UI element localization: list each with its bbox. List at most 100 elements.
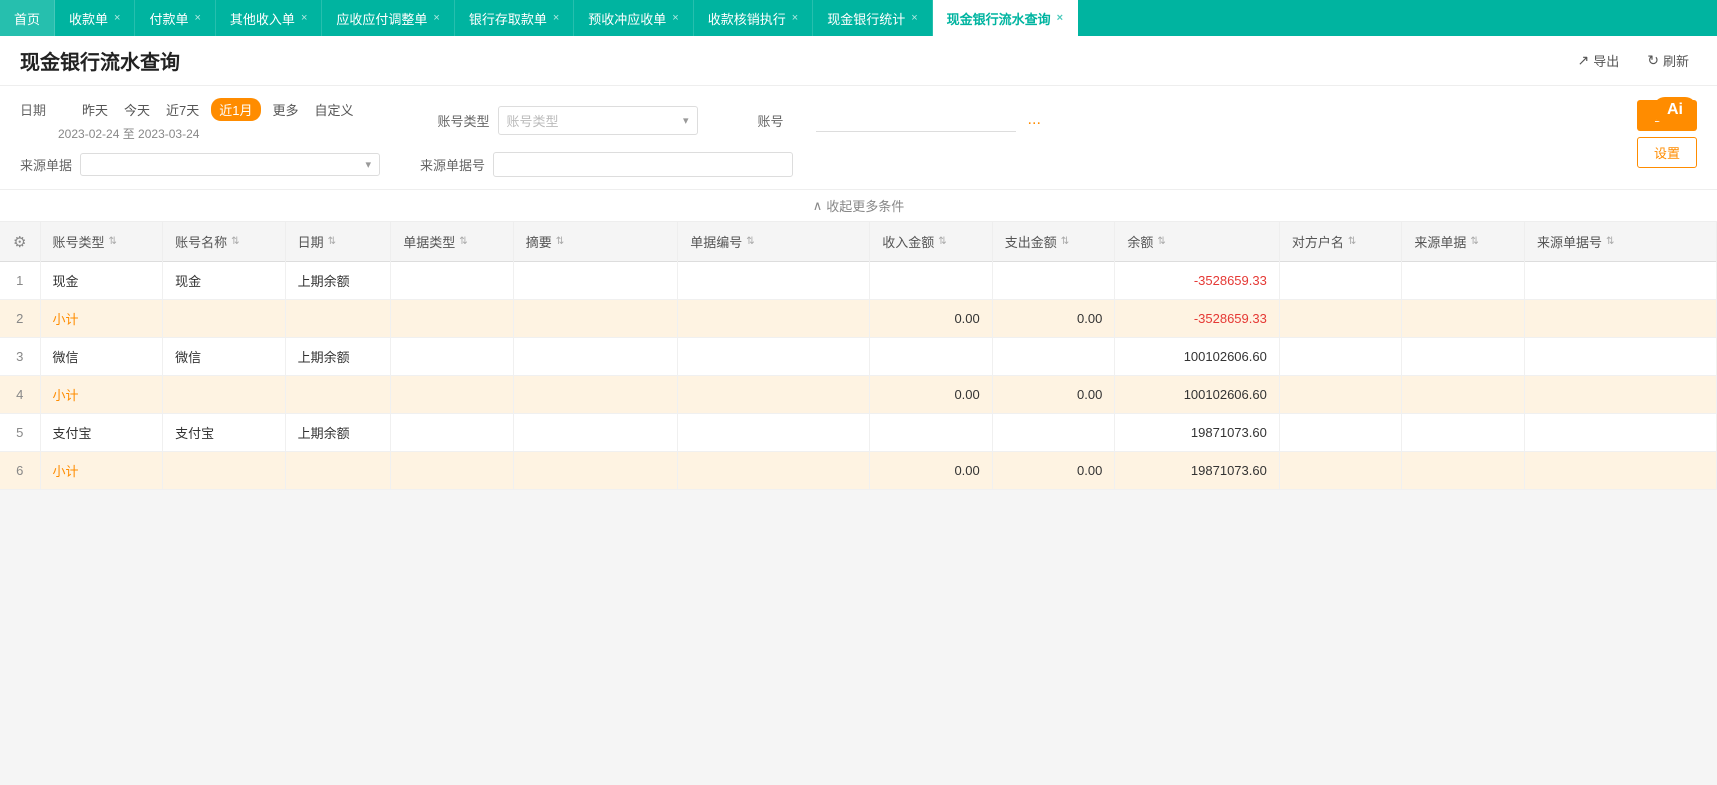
close-icon-cash-bank-flow[interactable]: × xyxy=(1057,12,1063,24)
table-row[interactable]: 2 小计 0.00 0.00 -3528659.33 xyxy=(0,300,1717,338)
nav-label-other-income: 其他收入单 xyxy=(230,9,295,28)
nav-label-payment: 付款单 xyxy=(149,9,188,28)
close-icon-receipt[interactable]: × xyxy=(114,12,120,24)
sort-icon-counterpart: ⇅ xyxy=(1348,237,1356,247)
sort-icon-account-type: ⇅ xyxy=(109,237,117,247)
table-row[interactable]: 6 小计 0.00 0.00 19871073.60 xyxy=(0,452,1717,490)
th-summary[interactable]: 摘要 ⇅ xyxy=(513,222,678,262)
cell-counterpart-5 xyxy=(1279,452,1402,490)
page-header: 现金银行流水查询 ↗ 导出 ↻ 刷新 xyxy=(0,36,1717,86)
sort-icon-source-doc: ⇅ xyxy=(1470,237,1478,247)
nav-label-cash-bank-flow: 现金银行流水查询 xyxy=(947,9,1051,28)
close-icon-bank-deposit[interactable]: × xyxy=(553,12,559,24)
table-row[interactable]: 5 支付宝 支付宝 上期余额 19871073.60 xyxy=(0,414,1717,452)
gear-icon[interactable]: ⚙ xyxy=(13,234,26,251)
cell-account-name-4: 支付宝 xyxy=(163,414,286,452)
date-shortcuts: 昨天 今天 近7天 近1月 更多 自定义 xyxy=(78,98,358,121)
cell-date-2: 上期余额 xyxy=(285,338,391,376)
sort-icon-summary: ⇅ xyxy=(556,237,564,247)
close-icon-other-income[interactable]: × xyxy=(301,12,307,24)
cell-summary-4 xyxy=(513,414,678,452)
th-date[interactable]: 日期 ⇅ xyxy=(285,222,391,262)
account-no-input[interactable] xyxy=(816,108,1016,132)
ai-badge[interactable]: Ai xyxy=(1653,97,1697,123)
th-expense[interactable]: 支出金额 ⇅ xyxy=(992,222,1115,262)
settings-button[interactable]: 设置 xyxy=(1637,137,1697,168)
cell-source-doc-4 xyxy=(1402,414,1525,452)
nav-item-ar-ap-adjust[interactable]: 应收应付调整单 × xyxy=(322,0,454,36)
close-icon-collection-exec[interactable]: × xyxy=(792,12,798,24)
export-button[interactable]: ↗ 导出 xyxy=(1570,47,1628,74)
collapse-more-conditions[interactable]: ∧ 收起更多条件 xyxy=(0,190,1717,222)
cell-doc-no-1 xyxy=(678,300,870,338)
table-row[interactable]: 3 微信 微信 上期余额 100102606.60 xyxy=(0,338,1717,376)
nav-label-receipt: 收款单 xyxy=(69,9,108,28)
refresh-button[interactable]: ↻ 刷新 xyxy=(1639,47,1697,74)
cell-balance-3: 100102606.60 xyxy=(1115,376,1280,414)
date-btn-7days[interactable]: 近7天 xyxy=(162,98,203,121)
cell-source-doc-1 xyxy=(1402,300,1525,338)
th-account-name[interactable]: 账号名称 ⇅ xyxy=(163,222,286,262)
table-row[interactable]: 4 小计 0.00 0.00 100102606.60 xyxy=(0,376,1717,414)
cell-source-doc-no-0 xyxy=(1524,262,1716,300)
th-income[interactable]: 收入金额 ⇅ xyxy=(870,222,993,262)
th-doc-no[interactable]: 单据编号 ⇅ xyxy=(678,222,870,262)
nav-item-cash-bank-flow[interactable]: 现金银行流水查询 × xyxy=(933,0,1078,36)
cell-source-doc-no-1 xyxy=(1524,300,1716,338)
date-filter-label: 日期 xyxy=(20,100,70,119)
th-doc-type[interactable]: 单据类型 ⇅ xyxy=(391,222,514,262)
source-doc-no-input[interactable] xyxy=(493,152,793,177)
cell-doc-type-5 xyxy=(391,452,514,490)
cell-account-name-0: 现金 xyxy=(163,262,286,300)
cell-doc-no-0 xyxy=(678,262,870,300)
th-settings[interactable]: ⚙ xyxy=(0,222,40,262)
nav-item-home[interactable]: 首页 xyxy=(0,0,55,36)
ellipsis-button[interactable]: ... xyxy=(1024,111,1045,129)
cell-doc-type-1 xyxy=(391,300,514,338)
th-account-type[interactable]: 账号类型 ⇅ xyxy=(40,222,163,262)
nav-item-other-income[interactable]: 其他收入单 × xyxy=(216,0,322,36)
cell-counterpart-4 xyxy=(1279,414,1402,452)
th-source-doc[interactable]: 来源单据 ⇅ xyxy=(1402,222,1525,262)
nav-item-collection-exec[interactable]: 收款核销执行 × xyxy=(694,0,813,36)
cell-doc-no-4 xyxy=(678,414,870,452)
close-icon-payment[interactable]: × xyxy=(194,12,200,24)
flow-table: ⚙ 账号类型 ⇅ 账号名称 ⇅ 日期 xyxy=(0,222,1717,490)
sort-icon-balance: ⇅ xyxy=(1157,237,1165,247)
nav-item-receipt[interactable]: 收款单 × xyxy=(55,0,135,36)
nav-item-bank-deposit[interactable]: 银行存取款单 × xyxy=(455,0,574,36)
th-source-doc-no[interactable]: 来源单据号 ⇅ xyxy=(1524,222,1716,262)
cell-index-4: 5 xyxy=(0,414,40,452)
nav-item-cash-bank-stat[interactable]: 现金银行统计 × xyxy=(813,0,932,36)
nav-item-payment[interactable]: 付款单 × xyxy=(135,0,215,36)
date-btn-yesterday[interactable]: 昨天 xyxy=(78,98,112,121)
sort-icon-doc-type: ⇅ xyxy=(459,237,467,247)
cell-account-type-1: 小计 xyxy=(40,300,163,338)
chevron-down-icon-source: ▾ xyxy=(365,158,371,171)
cell-income-1: 0.00 xyxy=(870,300,993,338)
close-icon-cash-bank-stat[interactable]: × xyxy=(911,12,917,24)
close-icon-advance-offset[interactable]: × xyxy=(672,12,678,24)
table-row[interactable]: 1 现金 现金 上期余额 -3528659.33 xyxy=(0,262,1717,300)
date-btn-custom[interactable]: 自定义 xyxy=(311,98,358,121)
th-balance[interactable]: 余额 ⇅ xyxy=(1115,222,1280,262)
refresh-label: 刷新 xyxy=(1663,51,1689,70)
nav-label-cash-bank-stat: 现金银行统计 xyxy=(827,9,905,28)
account-type-label: 账号类型 xyxy=(438,111,490,130)
cell-index-3: 4 xyxy=(0,376,40,414)
cell-account-name-3 xyxy=(163,376,286,414)
source-doc-select[interactable]: ▾ xyxy=(80,153,380,176)
cell-summary-2 xyxy=(513,338,678,376)
cell-balance-2: 100102606.60 xyxy=(1115,338,1280,376)
filter-area: 日期 昨天 今天 近7天 近1月 更多 自定义 2023-02-24 至 202… xyxy=(0,86,1717,190)
cell-summary-5 xyxy=(513,452,678,490)
date-btn-1month[interactable]: 近1月 xyxy=(211,98,260,121)
date-btn-today[interactable]: 今天 xyxy=(120,98,154,121)
close-icon-ar-ap-adjust[interactable]: × xyxy=(433,12,439,24)
table-container: ⚙ 账号类型 ⇅ 账号名称 ⇅ 日期 xyxy=(0,222,1717,490)
account-type-select[interactable]: 账号类型 ▾ xyxy=(498,106,698,135)
th-counterpart[interactable]: 对方户名 ⇅ xyxy=(1279,222,1402,262)
cell-summary-3 xyxy=(513,376,678,414)
nav-item-advance-offset[interactable]: 预收冲应收单 × xyxy=(574,0,693,36)
date-btn-more[interactable]: 更多 xyxy=(269,98,303,121)
